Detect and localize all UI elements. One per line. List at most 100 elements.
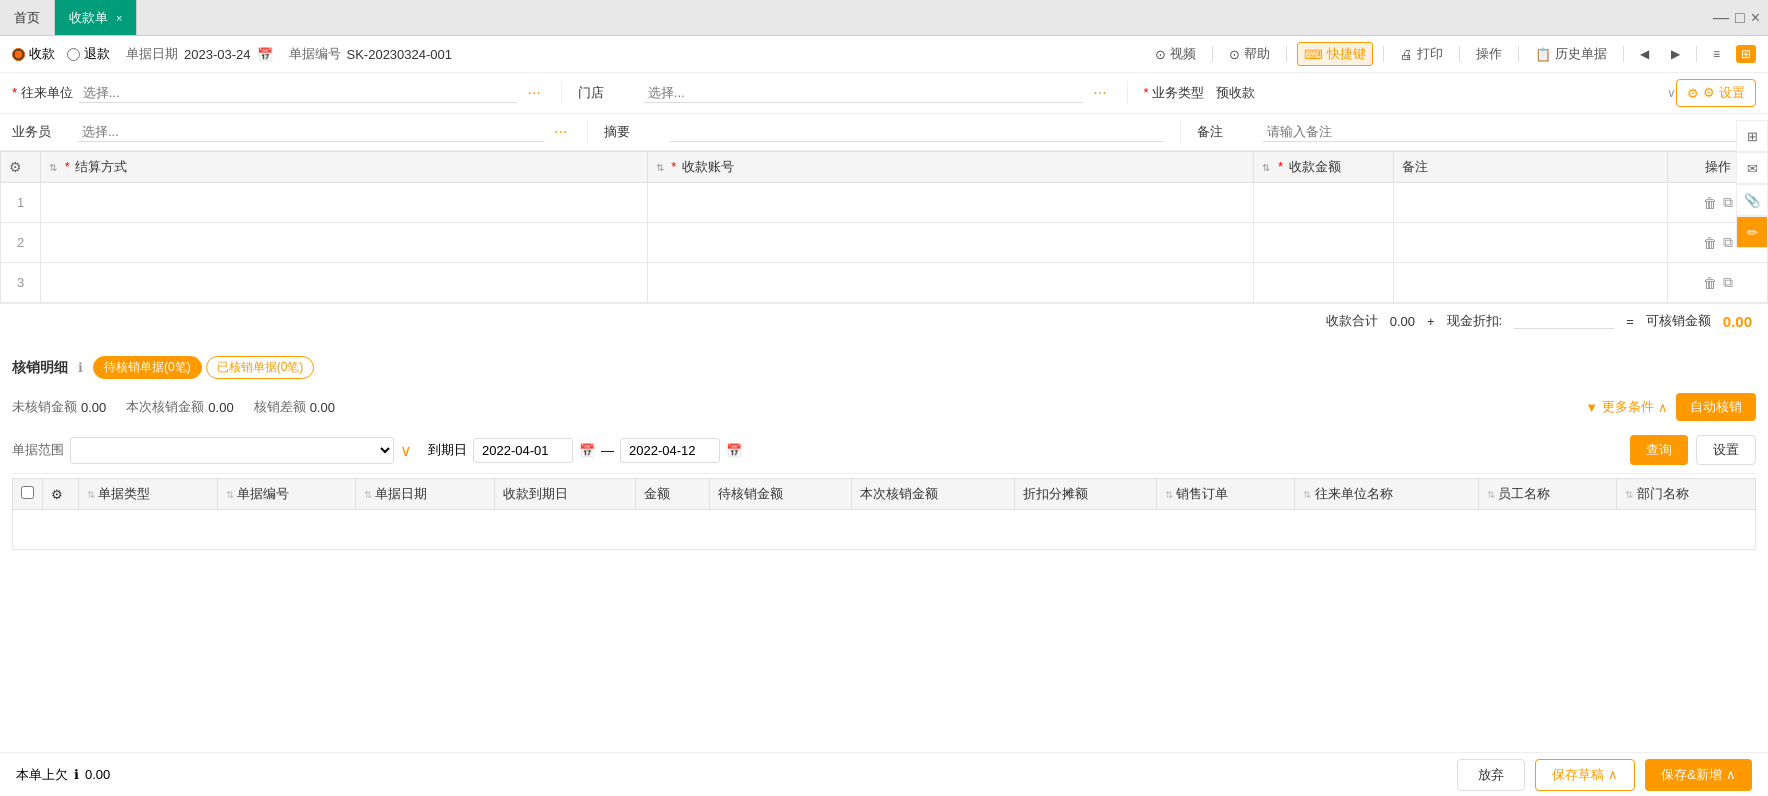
range-chevron[interactable]: ∨ [400,441,412,460]
writeoff-table: ⚙ ⇅ 单据类型 ⇅ 单据编号 ⇅ 单据日期 收款到期日 [12,478,1756,550]
more-conditions-btn[interactable]: ▼ 更多条件 ∧ [1585,398,1668,416]
copy-row-2-icon[interactable]: ⧉ [1723,234,1733,251]
side-attach-icon[interactable]: 📎 [1736,184,1768,216]
table-row: 2 🗑 ⧉ [1,223,1768,263]
toolbar-right: ⊙ 视频 ⊙ 帮助 ⌨ 快捷键 🖨 打印 操作 [1149,42,1756,66]
row-settlement-2[interactable] [41,223,648,263]
current-label: 本次核销金额 [126,398,204,416]
amount-value: 0.00 [85,767,110,782]
side-table-icon[interactable]: ⊞ [1736,120,1768,152]
tab-home[interactable]: 首页 [0,0,55,35]
print-btn[interactable]: 🖨 打印 [1394,43,1449,65]
row-remark-3[interactable] [1394,263,1668,303]
row-amount-1[interactable] [1254,183,1394,223]
close-tab-icon[interactable]: × [116,12,122,24]
col-gear-bottom[interactable]: ⚙ [43,479,79,510]
shortcut-btn[interactable]: ⌨ 快捷键 [1297,42,1373,66]
remark-input[interactable] [1263,122,1756,142]
prev-btn[interactable]: ◀ [1634,45,1655,63]
help-btn[interactable]: ⊙ 帮助 [1223,43,1276,65]
amount-info-icon[interactable]: ℹ [74,767,79,782]
net-label: 可核销金额 [1646,312,1711,330]
remark-label: 备注 [1197,123,1257,141]
row-remark-1[interactable] [1394,183,1668,223]
col-amount: ⇅ * 收款金额 [1254,152,1394,183]
section-title: 核销明细 [12,359,68,377]
settings-button[interactable]: ⚙ ⚙ 设置 [1676,79,1756,107]
net-value: 0.00 [1723,313,1752,330]
list-view-btn[interactable]: ≡ [1707,45,1726,63]
save-label: 保存&新增 [1661,766,1722,784]
query-button[interactable]: 查询 [1630,435,1688,465]
done-tab[interactable]: 已核销单据(0笔) [206,356,315,379]
receipt-radio[interactable]: 收款 [12,45,55,63]
partner-label: 往来单位 [12,84,73,102]
next-btn[interactable]: ▶ [1665,45,1686,63]
discount-input[interactable] [1514,313,1614,329]
current-value: 0.00 [208,400,233,415]
history-btn[interactable]: 📋 历史单据 [1529,43,1613,65]
window-close-icon[interactable]: × [1751,9,1760,27]
partner-input[interactable] [79,83,518,103]
col-gear[interactable]: ⚙ [1,152,41,183]
auto-writeoff-button[interactable]: 自动核销 [1676,393,1756,421]
plus-sign: + [1427,314,1435,329]
copy-row-1-icon[interactable]: ⧉ [1723,194,1733,211]
calendar-to-icon[interactable]: 📅 [726,443,742,458]
copy-row-3-icon[interactable]: ⧉ [1723,274,1733,291]
col-checkbox[interactable] [13,479,43,510]
col-current-writeoff: 本次核销金额 [851,479,1015,510]
operation-btn[interactable]: 操作 [1470,43,1508,65]
select-all-checkbox[interactable] [21,486,34,499]
save-new-button[interactable]: 保存&新增 ∧ [1645,759,1752,791]
refund-radio[interactable]: 退款 [67,45,110,63]
tab-receipt[interactable]: 收款单 × [55,0,137,35]
draft-chevron-icon: ∧ [1608,767,1618,782]
store-input[interactable] [644,83,1083,103]
row-settlement-3[interactable] [41,263,648,303]
summary-input[interactable] [670,122,1163,142]
delete-row-2-icon[interactable]: 🗑 [1703,235,1717,251]
partner-more-icon[interactable]: ··· [523,84,544,102]
date-from-input[interactable] [473,438,573,463]
calendar-icon[interactable]: 📅 [257,47,273,62]
pending-tab[interactable]: 待核销单据(0笔) [93,356,202,379]
delete-row-1-icon[interactable]: 🗑 [1703,195,1717,211]
video-btn[interactable]: ⊙ 视频 [1149,43,1202,65]
date-to-input[interactable] [620,438,720,463]
window-max-icon[interactable]: □ [1735,9,1745,27]
row-account-2[interactable] [647,223,1254,263]
store-more-icon[interactable]: ··· [1089,84,1110,102]
range-label: 单据范围 [12,441,64,459]
window-min-icon[interactable]: — [1713,9,1729,27]
date-range: 到期日 📅 — 📅 [428,438,742,463]
row-remark-2[interactable] [1394,223,1668,263]
row-amount-2[interactable] [1254,223,1394,263]
row-account-1[interactable] [647,183,1254,223]
range-select[interactable] [70,437,394,464]
side-mail-icon[interactable]: ✉ [1736,152,1768,184]
row-account-3[interactable] [647,263,1254,303]
staff-input[interactable] [78,122,544,142]
staff-more-icon[interactable]: ··· [550,123,571,141]
save-draft-button[interactable]: 保存草稿 ∧ [1535,759,1635,791]
tab-bar: 首页 收款单 × — □ × [0,0,1768,36]
row-amount-3[interactable] [1254,263,1394,303]
side-edit-icon[interactable]: ✏ [1736,216,1768,248]
filter-row: 单据范围 ∨ 到期日 📅 — 📅 查询 设置 [12,427,1756,474]
right-side-icons: ⊞ ✉ 📎 ✏ [1736,120,1768,248]
delete-row-3-icon[interactable]: 🗑 [1703,275,1717,291]
table-gear-icon[interactable]: ⚙ [9,159,22,175]
bottom-gear-icon[interactable]: ⚙ [51,487,63,502]
row-settlement-1[interactable] [41,183,648,223]
filter-settings-button[interactable]: 设置 [1696,435,1756,465]
grid-view-btn[interactable]: ⊞ [1736,45,1756,63]
business-chevron[interactable]: ∨ [1667,86,1676,100]
discard-button[interactable]: 放弃 [1457,759,1525,791]
equals-sign: = [1626,314,1634,329]
calendar-from-icon[interactable]: 📅 [579,443,595,458]
summary-label: 摘要 [604,123,664,141]
col-due-date: 收款到期日 [494,479,635,510]
section-info-icon[interactable]: ℹ [78,360,83,375]
type-radio-group: 收款 退款 [12,45,110,63]
